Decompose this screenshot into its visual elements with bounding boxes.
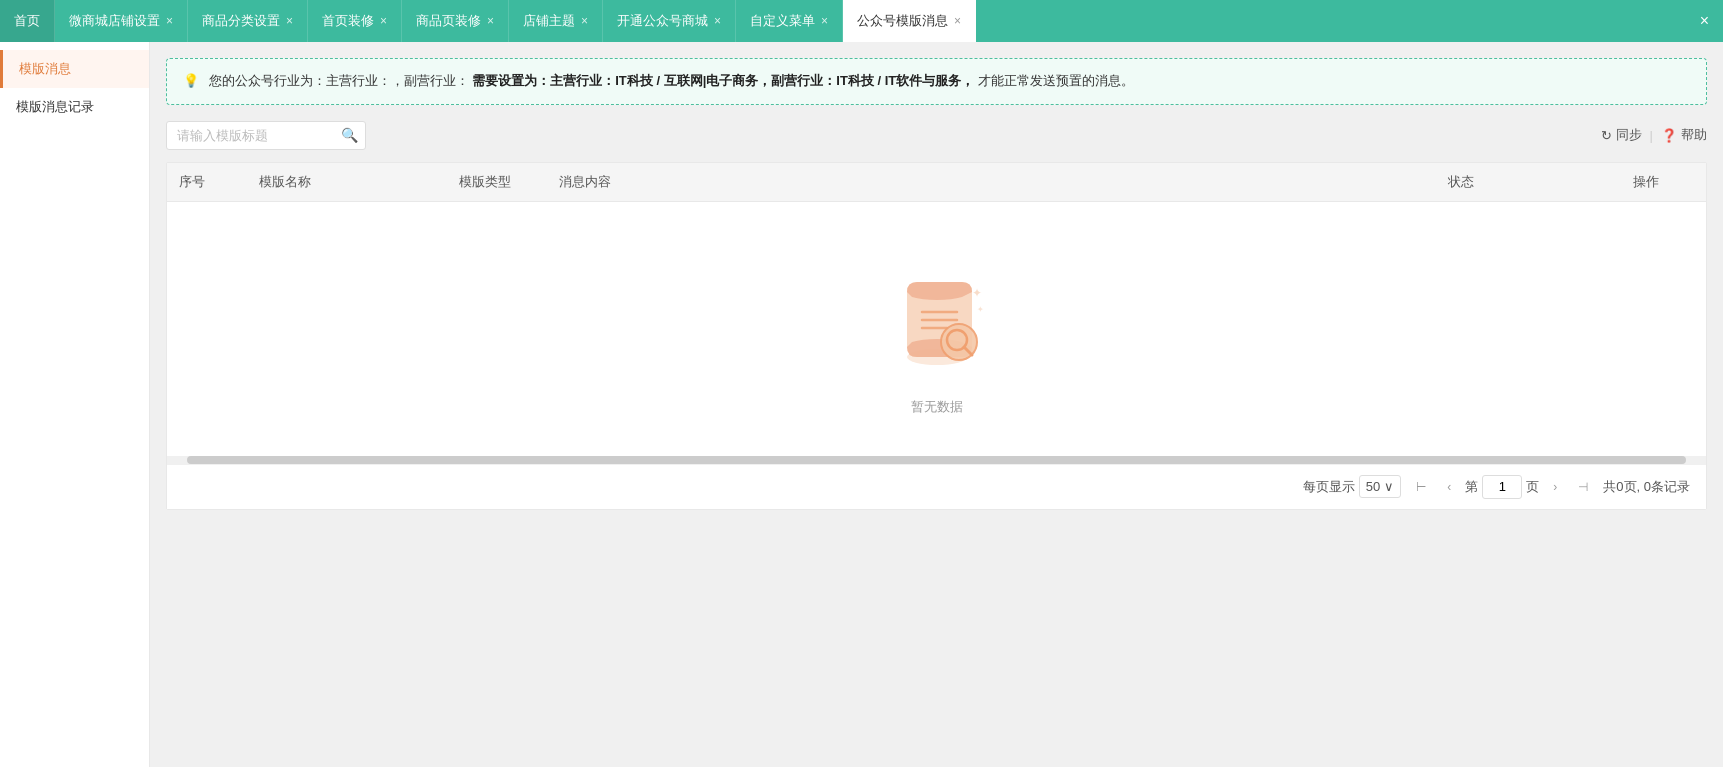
search-input-wrap: 🔍 [166, 121, 366, 150]
nav-tab-template-msg[interactable]: 公众号模版消息 × [843, 0, 976, 42]
table-container: 序号 模版名称 模版类型 消息内容 状态 操作 [166, 162, 1707, 510]
scrollbar-thumb[interactable] [187, 456, 1686, 464]
page-prefix: 第 [1465, 478, 1478, 496]
search-left: 🔍 [166, 121, 366, 150]
nav-tab-home-decoration[interactable]: 首页装修 × [308, 0, 402, 42]
nav-tab-category-settings-label: 商品分类设置 [202, 12, 280, 30]
nav-tab-open-mall[interactable]: 开通公众号商城 × [603, 0, 736, 42]
page-size-value: 50 [1366, 479, 1380, 494]
notice-text-prefix: 您的公众号行业为：主营行业：，副营行业： [209, 73, 469, 88]
scrollbar-track[interactable] [167, 456, 1706, 464]
notice-icon: 💡 [183, 73, 199, 88]
empty-text: 暂无数据 [911, 398, 963, 416]
svg-text:✦: ✦ [972, 286, 982, 300]
svg-text:✦: ✦ [977, 305, 984, 314]
close-home-decoration-icon[interactable]: × [380, 14, 387, 28]
th-status: 状态 [1436, 163, 1586, 201]
sidebar-item-template-msg-label: 模版消息 [19, 61, 71, 76]
search-right: ↻ 同步 | ❓ 帮助 [1601, 126, 1707, 144]
th-type: 模版类型 [447, 163, 547, 201]
nav-tab-shop-settings[interactable]: 微商城店铺设置 × [55, 0, 188, 42]
close-custom-menu-icon[interactable]: × [821, 14, 828, 28]
total-info: 共0页, 0条记录 [1603, 478, 1690, 496]
close-store-theme-icon[interactable]: × [581, 14, 588, 28]
help-button[interactable]: ❓ 帮助 [1661, 126, 1707, 144]
help-icon: ❓ [1661, 128, 1677, 143]
close-category-settings-icon[interactable]: × [286, 14, 293, 28]
nav-tab-category-settings[interactable]: 商品分类设置 × [188, 0, 308, 42]
nav-tab-template-msg-label: 公众号模版消息 [857, 12, 948, 30]
main-layout: 模版消息 模版消息记录 💡 您的公众号行业为：主营行业：，副营行业： 需要设置为… [0, 42, 1723, 767]
nav-tab-store-theme[interactable]: 店铺主题 × [509, 0, 603, 42]
page-size-label: 每页显示 [1303, 478, 1355, 496]
top-nav: 首页 微商城店铺设置 × 商品分类设置 × 首页装修 × 商品页装修 × 店铺主… [0, 0, 1723, 42]
close-all-button[interactable]: × [1686, 12, 1723, 30]
page-first-button[interactable]: ⊢ [1409, 475, 1433, 499]
notice-text-suffix: 才能正常发送预置的消息。 [978, 73, 1134, 88]
nav-tab-custom-menu[interactable]: 自定义菜单 × [736, 0, 843, 42]
page-size-select: 每页显示 50 ∨ [1303, 475, 1401, 498]
page-size-dropdown[interactable]: 50 ∨ [1359, 475, 1401, 498]
th-seq: 序号 [167, 163, 247, 201]
sidebar: 模版消息 模版消息记录 [0, 42, 150, 767]
page-nav: ⊢ ‹ 第 页 › ⊣ [1409, 475, 1595, 499]
search-icon[interactable]: 🔍 [341, 127, 358, 143]
nav-tab-open-mall-label: 开通公众号商城 [617, 12, 708, 30]
content-area: 💡 您的公众号行业为：主营行业：，副营行业： 需要设置为：主营行业：IT科技 /… [150, 42, 1723, 767]
nav-tab-home-decoration-label: 首页装修 [322, 12, 374, 30]
close-product-decoration-icon[interactable]: × [487, 14, 494, 28]
chevron-down-icon: ∨ [1384, 479, 1394, 494]
notice-box: 💡 您的公众号行业为：主营行业：，副营行业： 需要设置为：主营行业：IT科技 /… [166, 58, 1707, 105]
page-prev-button[interactable]: ‹ [1437, 475, 1461, 499]
page-last-button[interactable]: ⊣ [1571, 475, 1595, 499]
nav-tab-product-decoration[interactable]: 商品页装修 × [402, 0, 509, 42]
close-open-mall-icon[interactable]: × [714, 14, 721, 28]
divider: | [1650, 128, 1653, 143]
sync-button[interactable]: ↻ 同步 [1601, 126, 1642, 144]
table-header: 序号 模版名称 模版类型 消息内容 状态 操作 [167, 163, 1706, 202]
search-input[interactable] [166, 121, 366, 150]
th-content: 消息内容 [547, 163, 1436, 201]
page-next-button[interactable]: › [1543, 475, 1567, 499]
sidebar-item-template-msg[interactable]: 模版消息 [0, 50, 149, 88]
notice-highlight: 需要设置为：主营行业：IT科技 / 互联网|电子商务，副营行业：IT科技 / I… [472, 73, 974, 88]
pagination: 每页显示 50 ∨ ⊢ ‹ 第 页 › ⊣ 共0页, 0条记录 [167, 464, 1706, 509]
help-label: 帮助 [1681, 126, 1707, 144]
sync-icon: ↻ [1601, 128, 1612, 143]
sync-label: 同步 [1616, 126, 1642, 144]
nav-tab-product-decoration-label: 商品页装修 [416, 12, 481, 30]
search-bar: 🔍 ↻ 同步 | ❓ 帮助 [166, 121, 1707, 150]
nav-tab-shop-settings-label: 微商城店铺设置 [69, 12, 160, 30]
nav-tab-custom-menu-label: 自定义菜单 [750, 12, 815, 30]
th-name: 模版名称 [247, 163, 447, 201]
sidebar-item-template-msg-record-label: 模版消息记录 [16, 99, 94, 114]
page-unit: 页 [1526, 478, 1539, 496]
empty-icon: ✦ ✦ [877, 262, 997, 382]
close-shop-settings-icon[interactable]: × [166, 14, 173, 28]
nav-tab-home[interactable]: 首页 [0, 0, 55, 42]
th-action: 操作 [1586, 163, 1706, 201]
nav-tab-home-label: 首页 [14, 12, 40, 30]
close-template-msg-icon[interactable]: × [954, 14, 961, 28]
sidebar-item-template-msg-record[interactable]: 模版消息记录 [0, 88, 149, 126]
page-input[interactable] [1482, 475, 1522, 499]
nav-tab-store-theme-label: 店铺主题 [523, 12, 575, 30]
empty-state: ✦ ✦ 暂无数据 [167, 202, 1706, 456]
